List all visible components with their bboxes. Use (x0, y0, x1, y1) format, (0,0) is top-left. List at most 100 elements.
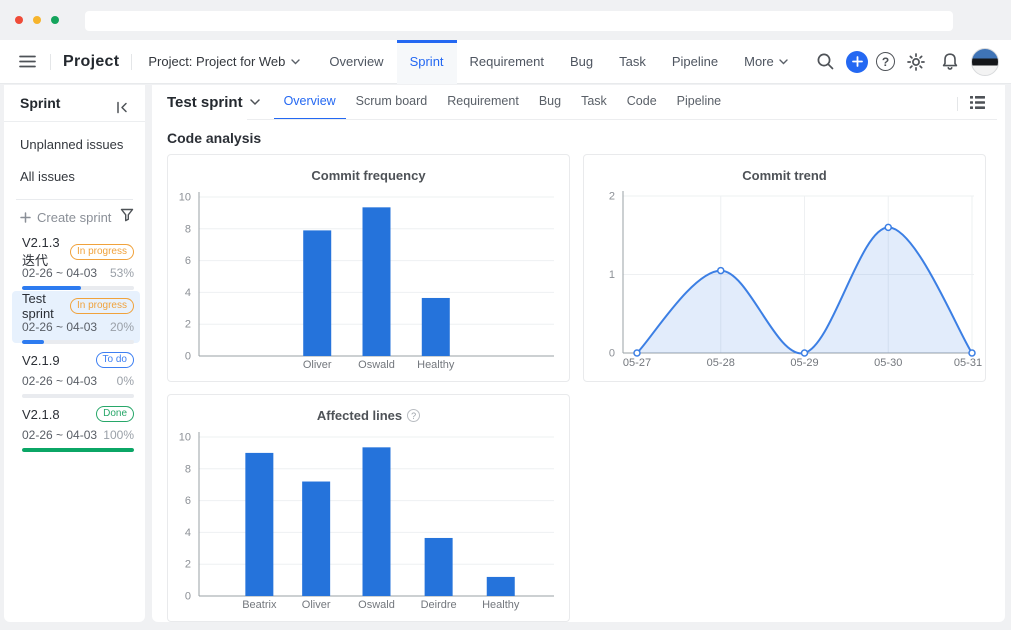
nav-tab-pipeline[interactable]: Pipeline (659, 40, 731, 84)
sprint-item-v213[interactable]: V2.1.3 迭代 In progress 02-26 ~ 04-03 53% (12, 235, 140, 290)
svg-text:Oliver: Oliver (302, 599, 331, 611)
svg-text:Healthy: Healthy (482, 599, 520, 611)
sprint-list: V2.1.3 迭代 In progress 02-26 ~ 04-03 53% Te… (4, 235, 145, 452)
svg-text:Healthy: Healthy (417, 359, 455, 371)
nav-tab-more[interactable]: More (731, 40, 801, 84)
status-badge: To do (95, 352, 134, 368)
close-window-button[interactable] (15, 16, 23, 24)
commit-frequency-card: Commit frequency 0 2 4 6 8 10 Oliver Oswald Heal… (167, 154, 570, 382)
sidebar-header: Sprint (4, 85, 145, 122)
tab-pipeline[interactable]: Pipeline (667, 85, 731, 120)
svg-text:1: 1 (609, 269, 615, 281)
nav-tab-task[interactable]: Task (606, 40, 659, 84)
svg-text:Oswald: Oswald (358, 359, 395, 371)
svg-text:05-29: 05-29 (790, 357, 818, 369)
svg-text:Deirdre: Deirdre (421, 599, 457, 611)
sidebar-title: Sprint (20, 95, 61, 111)
tab-bug[interactable]: Bug (529, 85, 571, 120)
sprint-title-dropdown[interactable]: Test sprint (167, 94, 260, 111)
svg-text:Oliver: Oliver (303, 359, 332, 371)
commit-trend-chart: 0 1 2 05-27 05-28 05-29 05-30 05-31 (609, 191, 982, 370)
tab-code[interactable]: Code (617, 85, 667, 120)
status-badge: Done (96, 406, 134, 422)
status-badge: In progress (69, 244, 134, 260)
chevron-down-icon (291, 58, 301, 64)
tab-scrum-board[interactable]: Scrum board (346, 85, 438, 120)
sprint-dates: 02-26 ~ 04-03 (22, 320, 98, 334)
settings-icon[interactable] (903, 49, 929, 75)
address-bar[interactable] (85, 11, 953, 31)
nav-tab-bug[interactable]: Bug (557, 40, 606, 84)
navbar-actions: ? (812, 47, 1011, 76)
sprint-name: V2.1.8 (22, 406, 60, 422)
sprint-percent: 0% (116, 374, 134, 388)
avatar[interactable] (971, 47, 999, 76)
svg-text:2: 2 (185, 319, 191, 331)
project-selector-label: Project: Project for Web (148, 54, 286, 69)
status-badge: In progress (69, 298, 134, 314)
divider (131, 53, 133, 70)
svg-text:10: 10 (179, 192, 191, 204)
svg-text:2: 2 (185, 559, 191, 571)
svg-text:4: 4 (185, 287, 191, 299)
nav-tab-overview[interactable]: Overview (316, 40, 396, 84)
svg-text:6: 6 (185, 255, 191, 267)
svg-text:Oswald: Oswald (358, 599, 395, 611)
minimize-window-button[interactable] (33, 16, 41, 24)
detail-list-icon[interactable] (969, 95, 986, 115)
tab-task[interactable]: Task (571, 85, 617, 120)
progress-bar (22, 286, 134, 290)
collapse-panel-icon[interactable] (109, 94, 135, 120)
chevron-down-icon (779, 58, 788, 64)
sidebar-item-unplanned-issues[interactable]: Unplanned issues (4, 128, 145, 160)
sprint-percent: 53% (109, 266, 134, 280)
affected-lines-card: Affected lines? 0 2 4 6 8 10 Beatrix Oliver Oswa… (167, 394, 570, 622)
divider (50, 53, 51, 70)
notifications-icon[interactable] (937, 49, 963, 75)
svg-text:4: 4 (185, 527, 191, 539)
svg-text:8: 8 (185, 463, 191, 475)
affected-lines-chart: 0 2 4 6 8 10 Beatrix Oliver Oswald Deirdre Healthy (179, 432, 554, 611)
progress-bar (22, 340, 134, 344)
zoom-window-button[interactable] (51, 16, 59, 24)
svg-text:2: 2 (609, 191, 615, 203)
search-icon[interactable] (812, 49, 838, 75)
create-sprint-button[interactable]: Create sprint (4, 200, 145, 231)
main-panel: Test sprint Overview Scrum board Require… (152, 85, 1005, 622)
tab-requirement[interactable]: Requirement (437, 85, 529, 120)
sidebar-item-all-issues[interactable]: All issues (4, 160, 145, 192)
divider (247, 119, 997, 120)
plus-icon (20, 212, 31, 223)
svg-text:05-28: 05-28 (707, 357, 735, 369)
app-logo[interactable]: Project (63, 53, 119, 71)
tab-overview[interactable]: Overview (273, 85, 346, 120)
browser-chrome (0, 0, 1011, 40)
filter-icon[interactable] (120, 208, 134, 225)
commit-frequency-chart: 0 2 4 6 8 10 Oliver Oswald Healthy (179, 192, 554, 371)
project-selector[interactable]: Project: Project for Web (148, 54, 301, 69)
sprint-dates: 02-26 ~ 04-03 (22, 266, 98, 280)
svg-text:05-30: 05-30 (874, 357, 902, 369)
sprint-dates: 02-26 ~ 04-03 (22, 428, 98, 442)
svg-text:0: 0 (185, 351, 191, 363)
sprint-item-v218[interactable]: V2.1.8 Done 02-26 ~ 04-03 100% (12, 399, 140, 452)
sprint-tabs: Overview Scrum board Requirement Bug Tas… (273, 85, 732, 120)
sprint-sidebar: Sprint Unplanned issues All issues Creat… (4, 85, 145, 622)
create-icon[interactable] (846, 50, 868, 73)
commit-trend-card: Commit trend 0 1 2 05-27 05-28 05-29 05-30 05-3… (583, 154, 986, 382)
section-title: Code analysis (167, 130, 262, 146)
sprint-percent: 20% (109, 320, 134, 334)
svg-text:6: 6 (185, 495, 191, 507)
svg-text:Beatrix: Beatrix (242, 599, 277, 611)
svg-text:05-31: 05-31 (954, 357, 982, 369)
sprint-item-v219[interactable]: V2.1.9 To do 02-26 ~ 04-03 0% (12, 345, 140, 398)
nav-tab-sprint[interactable]: Sprint (396, 39, 457, 84)
nav-tab-requirement[interactable]: Requirement (457, 40, 557, 84)
progress-bar (22, 394, 134, 398)
help-icon[interactable]: ? (876, 52, 895, 71)
sprint-percent: 100% (103, 428, 134, 442)
sprint-header: Test sprint Overview Scrum board Require… (152, 85, 1005, 120)
sprint-item-test-sprint[interactable]: Test sprint In progress 02-26 ~ 04-03 20% (12, 291, 140, 344)
hamburger-menu-icon[interactable] (14, 49, 40, 75)
chevron-down-icon (249, 99, 260, 106)
